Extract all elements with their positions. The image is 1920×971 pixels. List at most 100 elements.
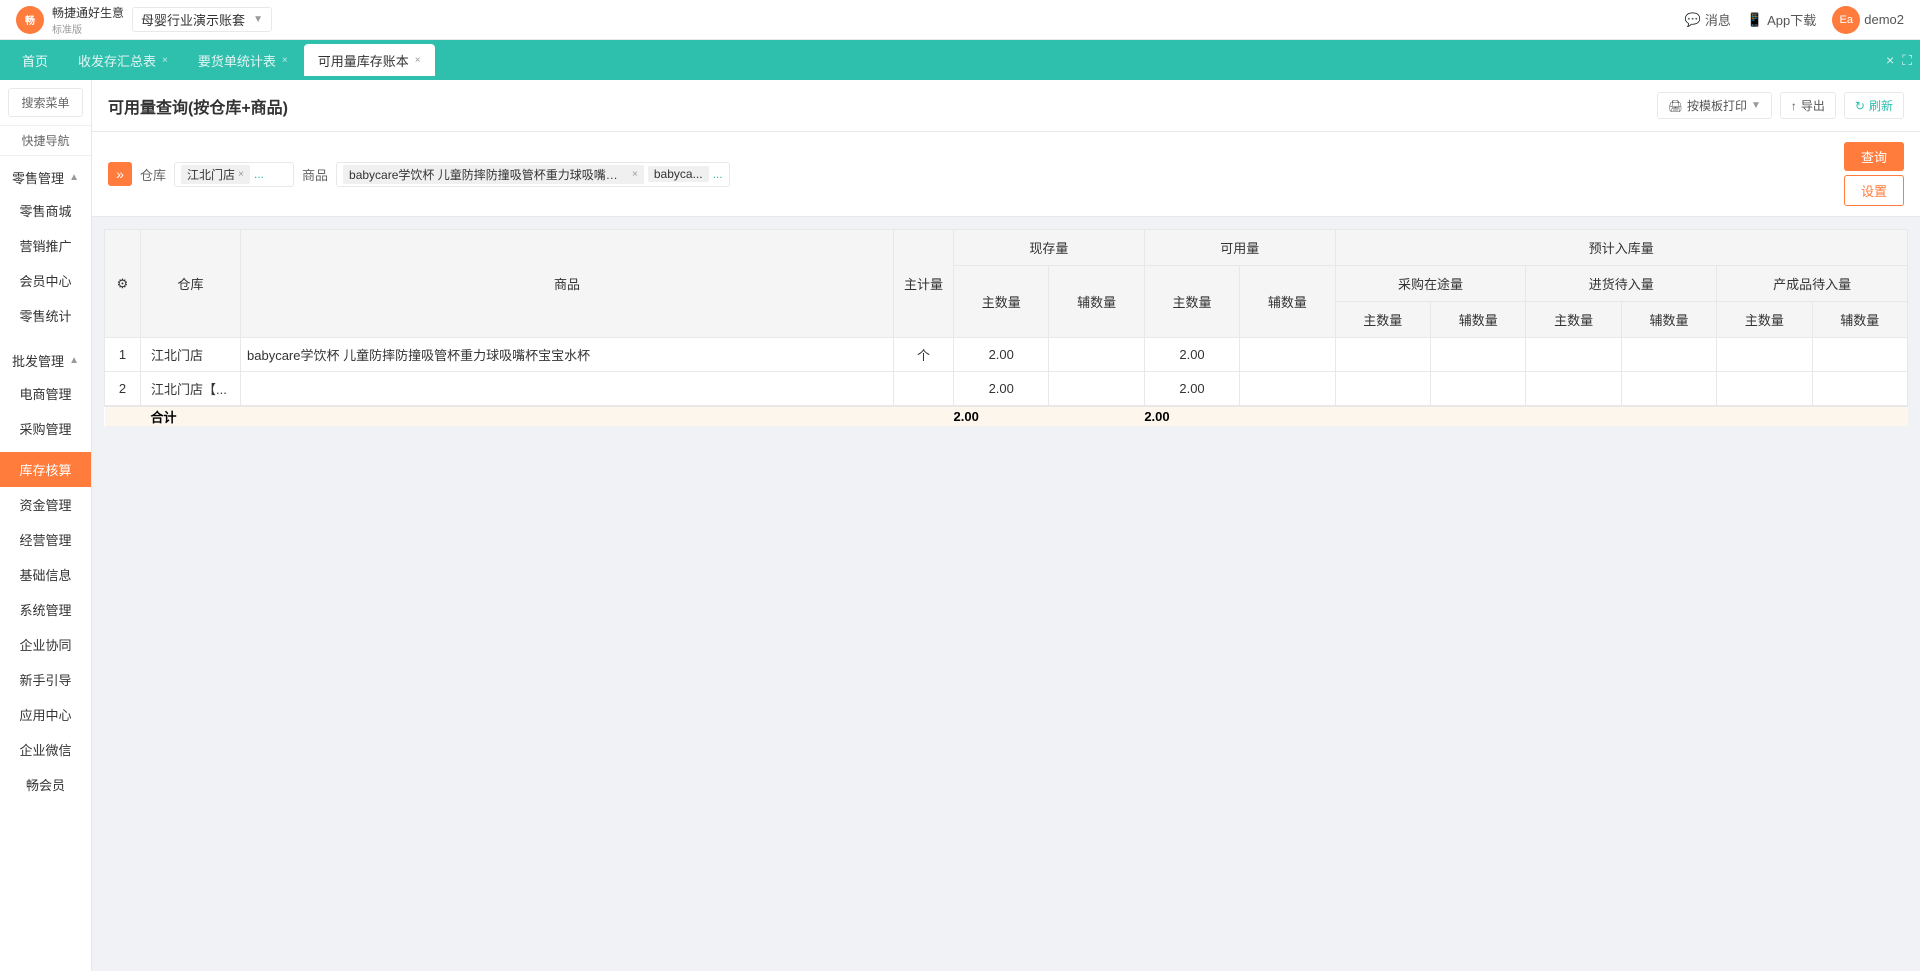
product-filter-group: babycare学饮杯 儿童防摔防撞吸管杯重力球吸嘴杯宝宝水杯 × babyca… xyxy=(336,162,730,187)
summary-avail-main: 2.00 xyxy=(1144,406,1239,426)
top-bar-left: 畅 畅捷通好生意 标准版 母婴行业演示账套 ▼ xyxy=(16,4,272,36)
close-tab-kuyun[interactable]: × xyxy=(415,55,421,66)
product-tag-1: babycare学饮杯 儿童防摔防撞吸管杯重力球吸嘴杯宝宝水杯 × xyxy=(343,165,644,184)
nav-right-icons: × ⛶ xyxy=(1886,52,1912,69)
product-tag-2: babyca... xyxy=(648,166,709,182)
content-area: 可用量查询(按仓库+商品) 🖨 按模板打印 ▼ ↑ 导出 ↻ 刷新 » xyxy=(92,80,1920,971)
th-incoming-main: 主数量 xyxy=(1526,302,1621,338)
th-produce-main: 主数量 xyxy=(1717,302,1812,338)
tab-yaohuo[interactable]: 要货单统计表 × xyxy=(184,44,302,76)
summary-stock-main: 2.00 xyxy=(954,406,1049,426)
th-produce-aux: 辅数量 xyxy=(1812,302,1907,338)
refresh-btn[interactable]: ↻ 刷新 xyxy=(1844,92,1904,119)
avatar: Ea xyxy=(1832,6,1860,34)
sidebar-item-operation[interactable]: 经营管理 xyxy=(0,522,91,557)
table-row: 2 江北门店【... 2.00 2.00 xyxy=(105,372,1908,407)
refresh-icon: ↻ xyxy=(1855,99,1865,113)
page-title: 可用量查询(按仓库+商品) xyxy=(108,94,288,118)
close-tab-shoufacun[interactable]: × xyxy=(162,55,168,66)
close-tab-yaohuo[interactable]: × xyxy=(282,55,288,66)
sidebar-section-zero-sales: 零售管理 ▲ 零售商城 营销推广 会员中心 零售统计 xyxy=(0,156,91,339)
print-chevron-icon: ▼ xyxy=(1751,100,1761,111)
tab-shoufacun[interactable]: 收发存汇总表 × xyxy=(64,44,182,76)
th-avail-main: 主数量 xyxy=(1144,266,1239,338)
app-download-btn[interactable]: 📱 App下载 xyxy=(1747,10,1816,29)
sidebar-item-enterprise-wx[interactable]: 企业微信 xyxy=(0,732,91,767)
query-btn[interactable]: 查询 xyxy=(1844,142,1904,171)
th-purchase-aux: 辅数量 xyxy=(1431,302,1526,338)
warehouse-tag: 江北门店 × xyxy=(181,165,250,184)
tab-kuyun[interactable]: 可用量库存账本 × xyxy=(304,44,435,76)
th-unit: 主计量 xyxy=(894,230,954,338)
table-footer: 合计 2.00 2.00 xyxy=(105,406,1908,426)
th-product: 商品 xyxy=(241,230,894,338)
product-tag1-close[interactable]: × xyxy=(632,169,638,180)
quick-nav-btn[interactable]: 快捷导航 xyxy=(0,126,91,156)
print-icon: 🖨 xyxy=(1668,99,1683,113)
sidebar-search-area: 搜索菜单 xyxy=(0,80,91,126)
sidebar-item-app-center[interactable]: 应用中心 xyxy=(0,697,91,732)
user-menu[interactable]: Ea demo2 xyxy=(1832,6,1904,34)
sidebar-item-zero-mall[interactable]: 零售商城 xyxy=(0,193,91,228)
app-logo: 畅 xyxy=(16,6,44,34)
summary-label: 合计 xyxy=(141,406,241,426)
chevron-down-icon: ▼ xyxy=(253,14,263,25)
industry-select[interactable]: 母婴行业演示账套 ▼ xyxy=(132,7,272,32)
top-bar: 畅 畅捷通好生意 标准版 母婴行业演示账套 ▼ 💬 消息 📱 App下载 Ea … xyxy=(0,0,1920,40)
sidebar-item-member[interactable]: 会员中心 xyxy=(0,263,91,298)
search-menu-btn[interactable]: 搜索菜单 xyxy=(8,88,83,117)
th-stock-group: 现存量 xyxy=(954,230,1145,266)
sidebar-item-finance[interactable]: 资金管理 xyxy=(0,487,91,522)
th-forecast-group: 预计入库量 xyxy=(1335,230,1907,266)
filter-action-buttons: 查询 设置 xyxy=(1844,142,1904,206)
chevron-up-icon: ▲ xyxy=(69,172,79,183)
th-gear[interactable]: ⚙ xyxy=(105,230,141,338)
app-info: 畅捷通好生意 标准版 xyxy=(52,4,124,36)
sidebar-item-ecom[interactable]: 电商管理 xyxy=(0,376,91,411)
tab-home[interactable]: 首页 xyxy=(8,44,62,76)
th-avail-aux: 辅数量 xyxy=(1240,266,1335,338)
th-warehouse: 仓库 xyxy=(141,230,241,338)
export-btn[interactable]: ↑ 导出 xyxy=(1780,92,1836,119)
warehouse-tag-close[interactable]: × xyxy=(238,169,244,180)
th-purchase-main: 主数量 xyxy=(1335,302,1430,338)
setting-btn[interactable]: 设置 xyxy=(1844,175,1904,206)
table-row: 1 江北门店 babycare学饮杯 儿童防摔防撞吸管杯重力球吸嘴杯宝宝水杯 个… xyxy=(105,338,1908,372)
th-stock-aux: 辅数量 xyxy=(1049,266,1144,338)
sidebar-item-system[interactable]: 系统管理 xyxy=(0,592,91,627)
sidebar-item-inventory[interactable]: 库存核算 xyxy=(0,452,91,487)
product-more-btn[interactable]: ... xyxy=(713,167,723,181)
message-icon: 💬 xyxy=(1685,12,1701,28)
data-table: ⚙ 仓库 商品 主计量 现存量 可用量 预计入库量 主数量 辅数量 主数量 辅数… xyxy=(104,229,1908,426)
sidebar-section-wholesale: 批发管理 ▲ 电商管理 采购管理 xyxy=(0,339,91,452)
warehouse-filter-group: 江北门店 × ... xyxy=(174,162,294,187)
warehouse-filter-label: 仓库 xyxy=(140,165,166,184)
chevron-down-icon-wholesale: ▲ xyxy=(69,355,79,366)
message-btn[interactable]: 💬 消息 xyxy=(1685,10,1731,29)
sidebar-item-marketing[interactable]: 营销推广 xyxy=(0,228,91,263)
app-name: 畅捷通好生意 xyxy=(52,4,124,21)
close-all-tabs-icon[interactable]: × xyxy=(1886,52,1894,68)
page-header: 可用量查询(按仓库+商品) 🖨 按模板打印 ▼ ↑ 导出 ↻ 刷新 xyxy=(92,80,1920,132)
sidebar-group-zero-sales[interactable]: 零售管理 ▲ xyxy=(0,162,91,193)
filter-toggle-btn[interactable]: » xyxy=(108,162,132,186)
app-subtitle: 标准版 xyxy=(52,21,124,36)
sidebar-item-purchase[interactable]: 采购管理 xyxy=(0,411,91,446)
expand-icon[interactable]: ⛶ xyxy=(1902,52,1912,69)
sidebar-item-enterprise[interactable]: 企业协同 xyxy=(0,627,91,662)
sidebar: 搜索菜单 快捷导航 零售管理 ▲ 零售商城 营销推广 会员中心 零售统计 xyxy=(0,80,92,971)
th-stock-main: 主数量 xyxy=(954,266,1049,338)
nav-tabs: 首页 收发存汇总表 × 要货单统计表 × 可用量库存账本 × × ⛶ xyxy=(0,40,1920,80)
download-icon: 📱 xyxy=(1747,12,1763,28)
export-icon: ↑ xyxy=(1791,99,1797,113)
warehouse-more-btn[interactable]: ... xyxy=(254,167,264,181)
sidebar-item-vip-member[interactable]: 畅会员 xyxy=(0,767,91,802)
sidebar-item-basic[interactable]: 基础信息 xyxy=(0,557,91,592)
sidebar-item-newbie[interactable]: 新手引导 xyxy=(0,662,91,697)
print-btn[interactable]: 🖨 按模板打印 ▼ xyxy=(1657,92,1772,119)
th-incoming-group: 进货待入量 xyxy=(1526,266,1717,302)
sidebar-group-wholesale[interactable]: 批发管理 ▲ xyxy=(0,345,91,376)
table-container: ⚙ 仓库 商品 主计量 现存量 可用量 预计入库量 主数量 辅数量 主数量 辅数… xyxy=(92,217,1920,971)
sidebar-item-zero-stats[interactable]: 零售统计 xyxy=(0,298,91,333)
filter-bar: » 仓库 江北门店 × ... 商品 babycare学饮杯 儿童防摔防撞吸管杯… xyxy=(92,132,1920,217)
